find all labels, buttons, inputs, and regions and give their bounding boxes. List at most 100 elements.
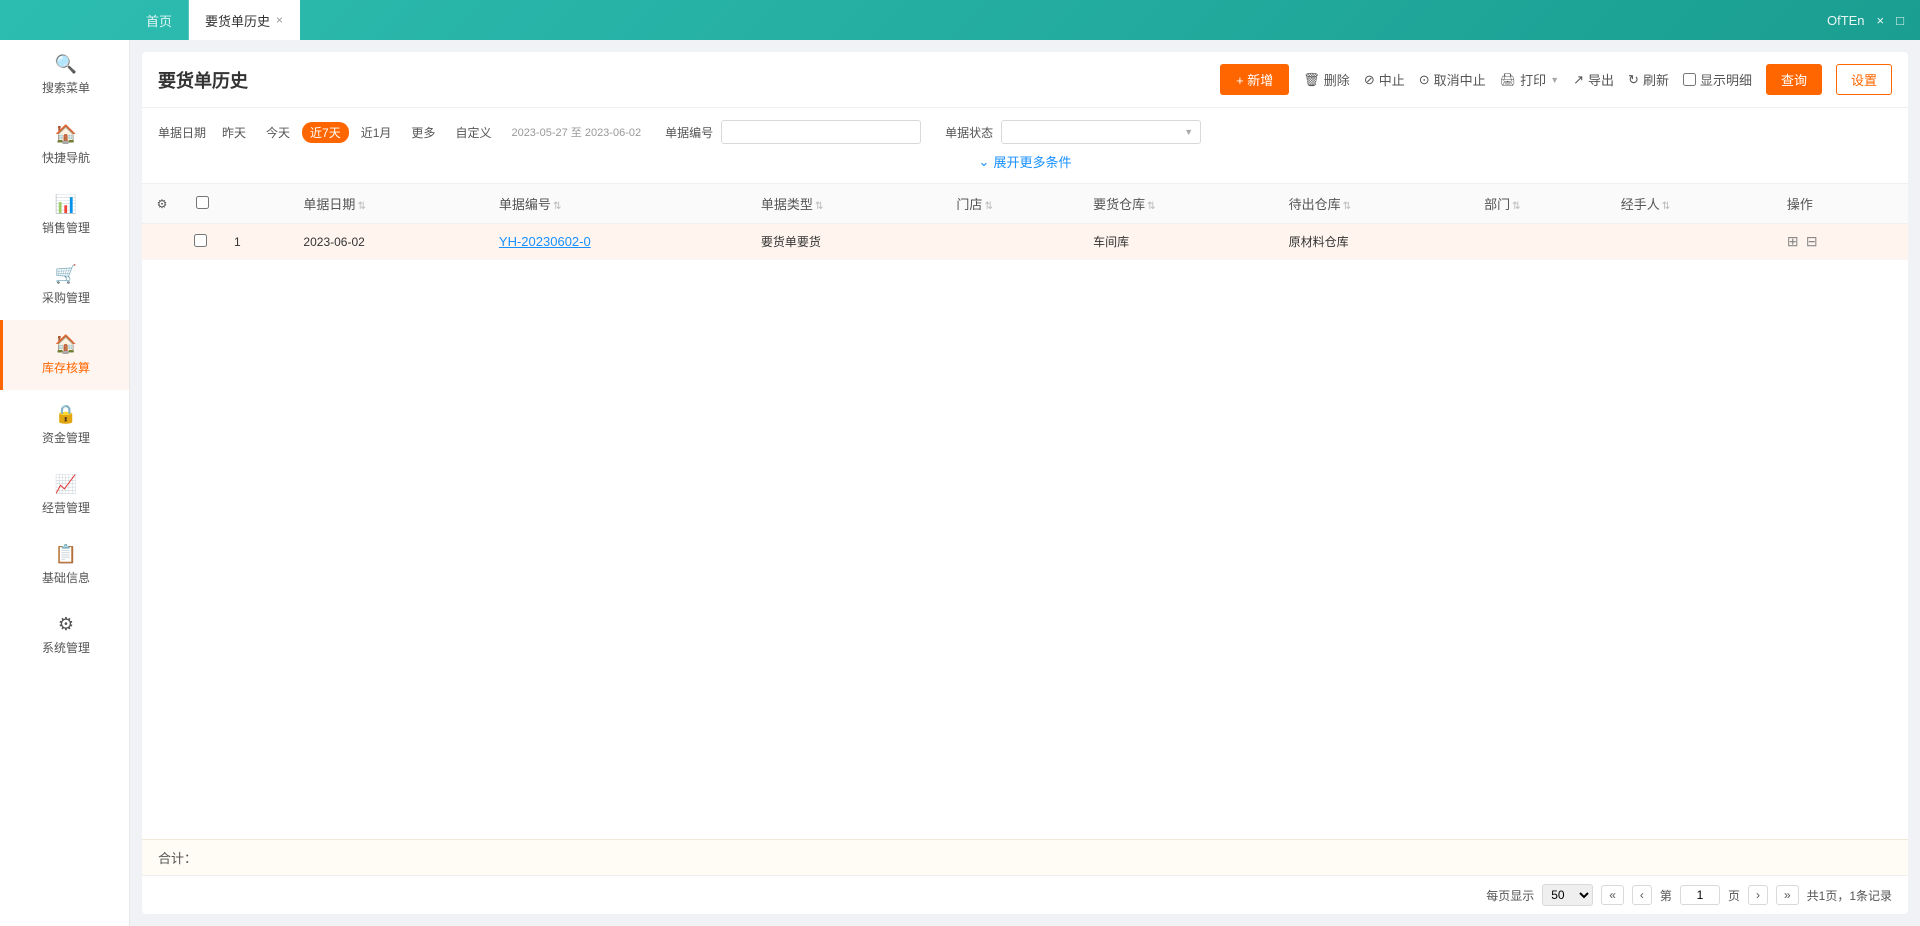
display-detail-checkbox[interactable] [1683,73,1696,86]
page-size-label: 每页显示 [1486,887,1534,904]
th-bill-type[interactable]: 单据类型⇅ [749,184,945,224]
display-detail-toggle[interactable]: 显示明细 [1683,70,1752,89]
cell-settings [142,224,182,260]
close-window-icon[interactable]: × [1877,13,1885,28]
sort-bill-type-icon: ⇅ [815,201,823,212]
th-bill-date[interactable]: 单据日期⇅ [291,184,487,224]
th-pending-warehouse[interactable]: 待出仓库⇅ [1277,184,1473,224]
cancel-suspend-button[interactable]: ⊙ 取消中止 [1419,70,1486,89]
cell-seq: 1 [222,224,291,260]
minimize-icon[interactable]: □ [1896,13,1904,28]
sidebar: 🔍 搜索菜单 🏠 快捷导航 📊 销售管理 🛒 采购管理 🏠 库存核算 🔒 资金管… [0,40,130,926]
toolbar: + 新增 🗑 删除 ⊘ 中止 ⊙ 取消中止 🖨 打 [1220,64,1892,95]
pagination: 每页显示 20 50 100 200 « ‹ 第 页 › » 共1页，1条记录 [142,875,1908,914]
page-label-before: 第 [1660,887,1672,904]
th-store[interactable]: 门店⇅ [944,184,1081,224]
th-department[interactable]: 部门⇅ [1472,184,1609,224]
last-page-button[interactable]: » [1776,885,1799,905]
sort-pending-wh-icon: ⇅ [1343,201,1351,212]
prev-page-button[interactable]: ‹ [1632,885,1652,905]
date-range-display: 2023-05-27 至 2023-06-02 [511,124,641,140]
print-icon: 🖨 [1500,72,1517,88]
data-table: ⚙ 单据日期⇅ 单据编号⇅ 单据类型⇅ 门店⇅ 要货仓库⇅ 待出仓库⇅ 部门⇅ [142,184,1908,260]
cell-bill-no: YH-20230602-0 [487,224,749,260]
sidebar-item-finance-mgmt[interactable]: 🔒 资金管理 [0,390,129,460]
main-layout: 🔍 搜索菜单 🏠 快捷导航 📊 销售管理 🛒 采购管理 🏠 库存核算 🔒 资金管… [0,40,1920,926]
sort-handler-icon: ⇅ [1662,201,1670,212]
inventory-icon: 🏠 [55,334,77,355]
cell-bill-date: 2023-06-02 [291,224,487,260]
often-label: OfTEn [1827,13,1865,28]
new-button[interactable]: + 新增 [1220,64,1289,95]
date-tab-custom[interactable]: 自定义 [447,122,499,143]
date-tab-1month[interactable]: 近1月 [353,122,400,143]
purchase-icon: 🛒 [55,264,77,285]
print-dropdown-icon: ▼ [1550,75,1559,85]
query-button[interactable]: 查询 [1766,64,1822,95]
row-edit-icon[interactable]: ⊞ [1787,233,1799,249]
date-tab-7days[interactable]: 近7天 [302,122,349,143]
cell-req-warehouse: 车间库 [1081,224,1277,260]
th-settings[interactable]: ⚙ [142,184,182,224]
cell-department [1472,224,1609,260]
status-select[interactable] [1001,120,1201,144]
sales-icon: 📊 [55,194,77,215]
sort-req-wh-icon: ⇅ [1147,201,1155,212]
billno-input[interactable] [721,120,921,144]
first-page-button[interactable]: « [1601,885,1624,905]
row-more-icon[interactable]: ⊟ [1806,233,1818,249]
sidebar-item-system-mgmt[interactable]: ⚙ 系统管理 [0,600,129,670]
cell-bill-type: 要货单要货 [749,224,945,260]
page-number-input[interactable] [1680,885,1720,905]
sidebar-item-ops-mgmt[interactable]: 📈 经营管理 [0,460,129,530]
sidebar-item-quick-nav[interactable]: 🏠 快捷导航 [0,110,129,180]
refresh-button[interactable]: ↻ 刷新 [1628,70,1669,89]
system-icon: ⚙ [58,614,74,635]
cell-handler [1609,224,1775,260]
cancel-suspend-icon: ⊙ [1419,72,1430,88]
date-tab-today[interactable]: 今天 [258,122,298,143]
finance-icon: 🔒 [55,404,77,425]
page-size-select[interactable]: 20 50 100 200 [1542,884,1593,906]
table-footer: 合计： [142,839,1908,875]
th-checkbox [182,184,222,224]
row-checkbox[interactable] [194,234,207,247]
sidebar-item-search-menu[interactable]: 🔍 搜索菜单 [0,40,129,110]
next-page-button[interactable]: › [1748,885,1768,905]
table-row: 1 2023-06-02 YH-20230602-0 要货单要货 车间库 原材料… [142,224,1908,260]
suspend-icon: ⊘ [1364,72,1375,88]
total-label: 合计： [158,851,197,866]
delete-button[interactable]: 🗑 删除 [1303,70,1350,89]
page-header: 要货单历史 + 新增 🗑 删除 ⊘ 中止 ⊙ 取消中止 [142,52,1908,108]
expand-icon: ⌄ [979,154,990,170]
print-button[interactable]: 🖨 打印 ▼ [1500,70,1559,89]
sort-store-icon: ⇅ [984,201,992,212]
suspend-button[interactable]: ⊘ 中止 [1364,70,1405,89]
bill-no-link[interactable]: YH-20230602-0 [499,234,591,249]
tab-requisition-history[interactable]: 要货单历史 × [189,0,300,40]
expand-more-btn[interactable]: ⌄ 展开更多条件 [158,152,1892,171]
cell-checkbox [182,224,222,260]
export-icon: ↗ [1573,72,1584,88]
th-req-warehouse[interactable]: 要货仓库⇅ [1081,184,1277,224]
status-label: 单据状态 [945,124,993,141]
sidebar-item-purchase-mgmt[interactable]: 🛒 采购管理 [0,250,129,320]
filter-status-item: 单据状态 [945,120,1201,144]
date-tab-yesterday[interactable]: 昨天 [214,122,254,143]
tab-home[interactable]: 首页 [130,0,189,40]
date-tab-more[interactable]: 更多 [403,122,443,143]
base-info-icon: 📋 [55,544,77,565]
settings-button[interactable]: 设置 [1836,64,1892,95]
sidebar-item-sales-mgmt[interactable]: 📊 销售管理 [0,180,129,250]
sidebar-item-inventory-calc[interactable]: 🏠 库存核算 [0,320,129,390]
th-bill-no[interactable]: 单据编号⇅ [487,184,749,224]
filter-billno-item: 单据编号 [665,120,921,144]
filter-row: 单据日期 昨天 今天 近7天 近1月 更多 自定义 2023-05-27 至 2… [158,120,1892,144]
select-all-checkbox[interactable] [196,196,209,209]
th-handler[interactable]: 经手人⇅ [1609,184,1775,224]
th-action: 操作 [1775,184,1908,224]
sidebar-item-base-info[interactable]: 📋 基础信息 [0,530,129,600]
page-card: 要货单历史 + 新增 🗑 删除 ⊘ 中止 ⊙ 取消中止 [142,52,1908,914]
export-button[interactable]: ↗ 导出 [1573,70,1614,89]
tab-close-icon[interactable]: × [276,13,283,27]
